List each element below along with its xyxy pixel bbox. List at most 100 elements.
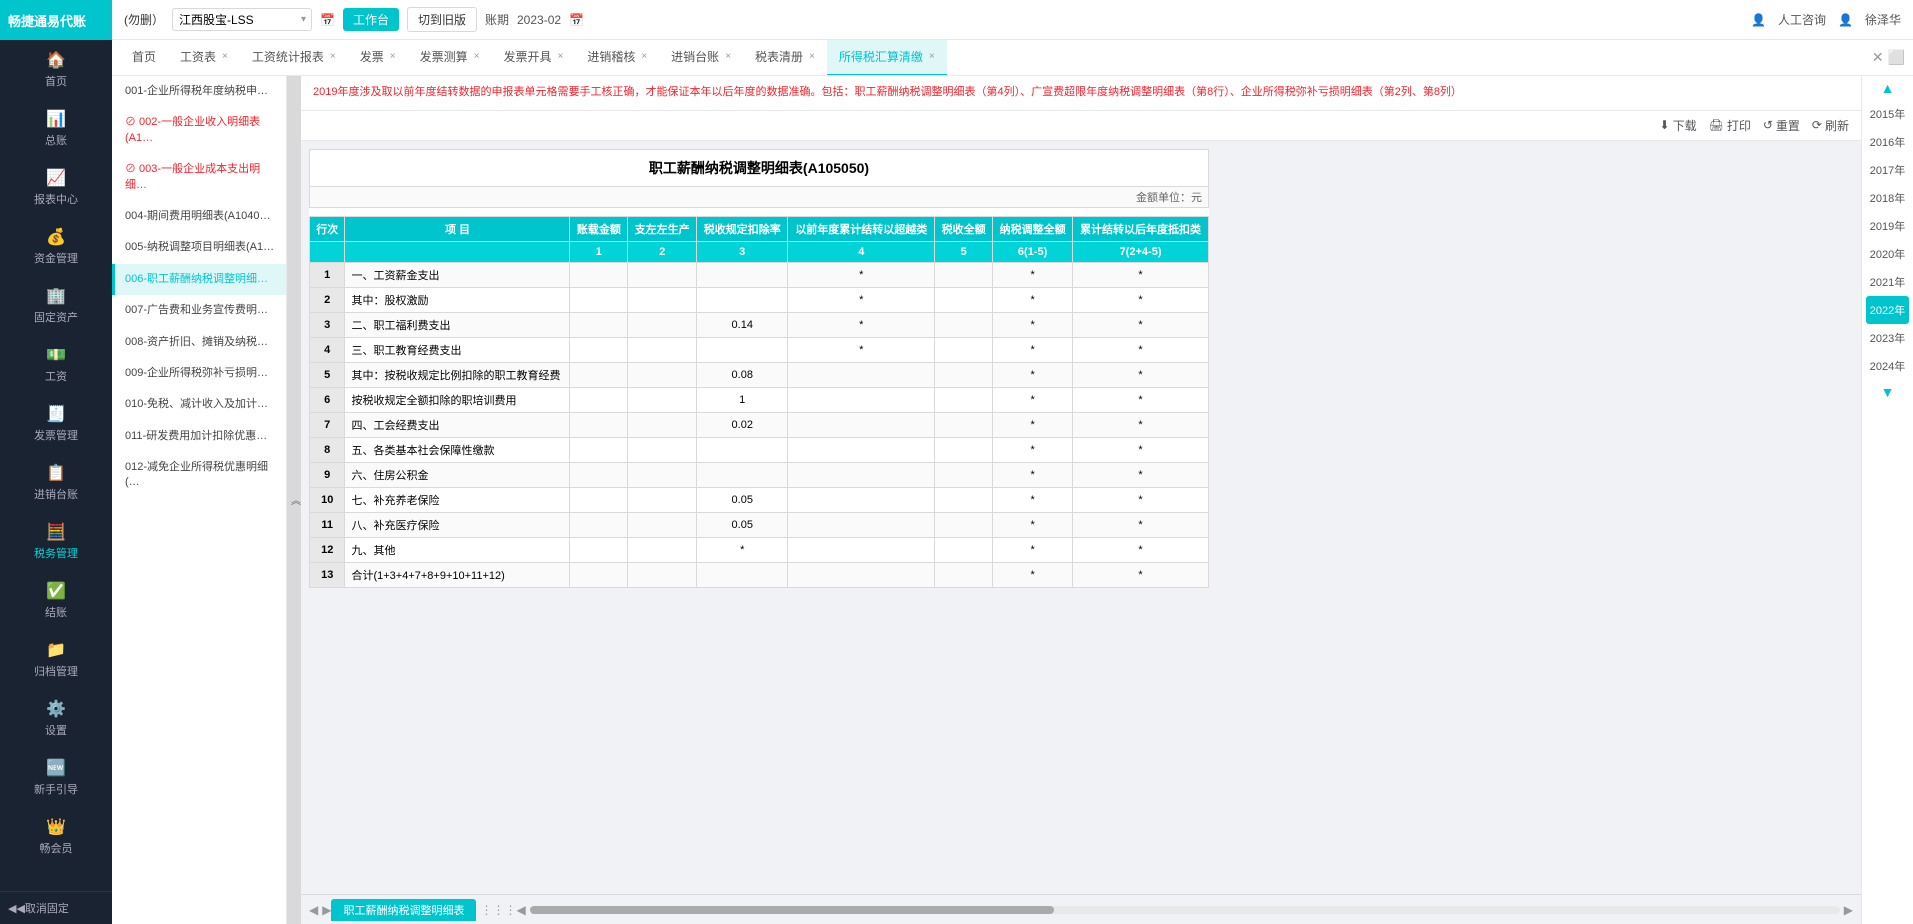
cell-col2 bbox=[628, 337, 697, 362]
tab-所得税汇算清缴[interactable]: 所得税汇算清缴× bbox=[827, 40, 947, 76]
tab-close-icon[interactable]: × bbox=[929, 51, 935, 62]
tab-close-icon[interactable]: × bbox=[725, 51, 731, 62]
sidebar-item-guide[interactable]: 🆕新手引导 bbox=[0, 748, 112, 807]
back-btn[interactable]: 切到旧版 bbox=[407, 7, 477, 32]
sidebar-item-archive[interactable]: 📁归档管理 bbox=[0, 630, 112, 689]
tab-close-icon[interactable]: × bbox=[641, 51, 647, 62]
period-label: 账期 bbox=[485, 11, 509, 28]
tab-menu-icon[interactable]: ⋮⋮⋮ bbox=[480, 903, 516, 917]
list-item-005[interactable]: 005-纳税调整项目明细表(A1… bbox=[112, 232, 286, 263]
year-item-2023年[interactable]: 2023年 bbox=[1866, 324, 1909, 352]
list-item-011[interactable]: 011-研发费用加计扣除优惠… bbox=[112, 421, 286, 452]
sidebar-item-tax[interactable]: 🧮税务管理 bbox=[0, 512, 112, 571]
tab-close-icon[interactable]: × bbox=[557, 51, 563, 62]
content-area: 001-企业所得税年度纳税申…⊘ 002-一般企业收入明细表(A1…⊘ 003-… bbox=[112, 76, 1913, 924]
sidebar-item-asset-mgmt[interactable]: 💰资金管理 bbox=[0, 217, 112, 276]
cell-col4 bbox=[788, 537, 935, 562]
support-text[interactable]: 人工咨询 bbox=[1778, 11, 1826, 28]
year-scroll-up[interactable]: ▲ bbox=[1862, 76, 1913, 100]
cell-col7: * bbox=[1073, 337, 1209, 362]
sidebar-item-invoice[interactable]: 🧾发票管理 bbox=[0, 394, 112, 453]
cell-col3: 0.05 bbox=[697, 512, 788, 537]
sidebar-item-payroll[interactable]: 💵工资 bbox=[0, 335, 112, 394]
table-unit: 金额单位：元 bbox=[310, 186, 1209, 207]
tab-进销台账[interactable]: 进销台账× bbox=[659, 40, 743, 76]
sidebar-item-fixed-asset[interactable]: 🏢固定资产 bbox=[0, 276, 112, 335]
year-item-2016年[interactable]: 2016年 bbox=[1866, 128, 1909, 156]
year-item-2019年[interactable]: 2019年 bbox=[1866, 212, 1909, 240]
asset-mgmt-icon: 💰 bbox=[46, 227, 66, 247]
year-scroll-down[interactable]: ▼ bbox=[1862, 380, 1913, 404]
sidebar-item-sales[interactable]: 📋 进销台账 bbox=[0, 453, 112, 512]
list-item-008[interactable]: 008-资产折旧、摊销及纳税… bbox=[112, 327, 286, 358]
year-item-2024年[interactable]: 2024年 bbox=[1866, 352, 1909, 380]
list-item-010[interactable]: 010-免税、减计收入及加计… bbox=[112, 389, 286, 420]
sidebar-item-settle[interactable]: ✅结账 bbox=[0, 571, 112, 630]
tab-首页[interactable]: 首页 bbox=[120, 40, 168, 76]
list-item-001[interactable]: 001-企业所得税年度纳税申… bbox=[112, 76, 286, 107]
cell-col1 bbox=[570, 387, 628, 412]
scroll-left-icon[interactable]: ◀ bbox=[309, 903, 318, 917]
cell-col4: * bbox=[788, 312, 935, 337]
scroll-right-icon[interactable]: ▶ bbox=[322, 903, 331, 917]
calendar-icon: 📅 bbox=[320, 13, 335, 27]
workspace-btn[interactable]: 工作台 bbox=[343, 8, 399, 31]
tab-进销稽核[interactable]: 进销稽核× bbox=[575, 40, 659, 76]
tab-发票[interactable]: 发票× bbox=[348, 40, 408, 76]
tab-close-all-icon[interactable]: ✕ bbox=[1872, 49, 1884, 66]
tab-expand-icon[interactable]: ⬜ bbox=[1888, 49, 1905, 66]
tab-close-icon[interactable]: × bbox=[330, 51, 336, 62]
cell-col7: * bbox=[1073, 362, 1209, 387]
cell-col6: * bbox=[993, 562, 1073, 587]
sidebar-item-label: 进销台账 bbox=[34, 486, 78, 502]
list-item-006[interactable]: 006-职工薪酬纳税调整明细… bbox=[112, 264, 286, 295]
year-item-2020年[interactable]: 2020年 bbox=[1866, 240, 1909, 268]
refresh-btn[interactable]: ⟳ 刷新 bbox=[1812, 117, 1849, 134]
table-title: 职工薪酬纳税调整明细表(A105050) bbox=[310, 149, 1209, 186]
company-selector[interactable]: 江西股宝-LSS bbox=[172, 8, 312, 31]
year-item-2015年[interactable]: 2015年 bbox=[1866, 100, 1909, 128]
list-item-007[interactable]: 007-广告费和业务宣传费明… bbox=[112, 295, 286, 326]
sidebar-item-settings[interactable]: ⚙️设置 bbox=[0, 689, 112, 748]
sales-icon: 📋 bbox=[46, 463, 66, 483]
table-row: 9六、住房公积金** bbox=[310, 462, 1209, 487]
tab-close-icon[interactable]: × bbox=[222, 51, 228, 62]
cell-item: 四、工会经费支出 bbox=[345, 412, 570, 437]
tab-税表清册[interactable]: 税表清册× bbox=[743, 40, 827, 76]
reset-btn[interactable]: ↺ 重置 bbox=[1763, 117, 1800, 134]
list-item-003[interactable]: ⊘ 003-一般企业成本支出明细… bbox=[112, 154, 286, 201]
cell-col6: * bbox=[993, 362, 1073, 387]
cell-row_index: 2 bbox=[310, 287, 345, 312]
sidebar-item-home[interactable]: 🏠首页 bbox=[0, 40, 112, 99]
scroll-h-left[interactable]: ◀ bbox=[516, 903, 525, 917]
tab-发票开具[interactable]: 发票开具× bbox=[491, 40, 575, 76]
sidebar-item-ledger[interactable]: 📊总账 bbox=[0, 99, 112, 158]
year-item-2021年[interactable]: 2021年 bbox=[1866, 268, 1909, 296]
tab-发票测算[interactable]: 发票测算× bbox=[408, 40, 492, 76]
collapse-toggle[interactable]: 《 bbox=[287, 76, 301, 924]
tab-工资统计报表[interactable]: 工资统计报表× bbox=[240, 40, 348, 76]
sidebar-item-member[interactable]: 👑畅会员 bbox=[0, 807, 112, 866]
list-item-004[interactable]: 004-期间费用明细表(A1040… bbox=[112, 201, 286, 232]
year-item-2017年[interactable]: 2017年 bbox=[1866, 156, 1909, 184]
cell-row_index: 7 bbox=[310, 412, 345, 437]
cell-col5 bbox=[935, 262, 993, 287]
scroll-h-right[interactable]: ▶ bbox=[1844, 903, 1853, 917]
list-item-012[interactable]: 012-减免企业所得税优惠明细(… bbox=[112, 452, 286, 499]
cell-row_index: 1 bbox=[310, 262, 345, 287]
sidebar-item-report[interactable]: 📈报表中心 bbox=[0, 158, 112, 217]
cancel-fixed-btn[interactable]: ◀◀ 取消固定 bbox=[0, 891, 112, 924]
year-item-2018年[interactable]: 2018年 bbox=[1866, 184, 1909, 212]
download-btn[interactable]: ⬇ 下载 bbox=[1660, 117, 1697, 134]
tab-close-icon[interactable]: × bbox=[809, 51, 815, 62]
year-item-2022年[interactable]: 2022年 bbox=[1866, 296, 1909, 324]
tab-close-icon[interactable]: × bbox=[390, 51, 396, 62]
tab-工资表[interactable]: 工资表× bbox=[168, 40, 240, 76]
list-item-009[interactable]: 009-企业所得税弥补亏损明… bbox=[112, 358, 286, 389]
print-btn[interactable]: 🖨 打印 bbox=[1709, 117, 1751, 134]
home-icon: 🏠 bbox=[46, 50, 66, 70]
cell-row_index: 13 bbox=[310, 562, 345, 587]
bottom-tab-item[interactable]: 职工薪酬纳税调整明细表 bbox=[331, 899, 476, 921]
tab-close-icon[interactable]: × bbox=[474, 51, 480, 62]
list-item-002[interactable]: ⊘ 002-一般企业收入明细表(A1… bbox=[112, 107, 286, 154]
